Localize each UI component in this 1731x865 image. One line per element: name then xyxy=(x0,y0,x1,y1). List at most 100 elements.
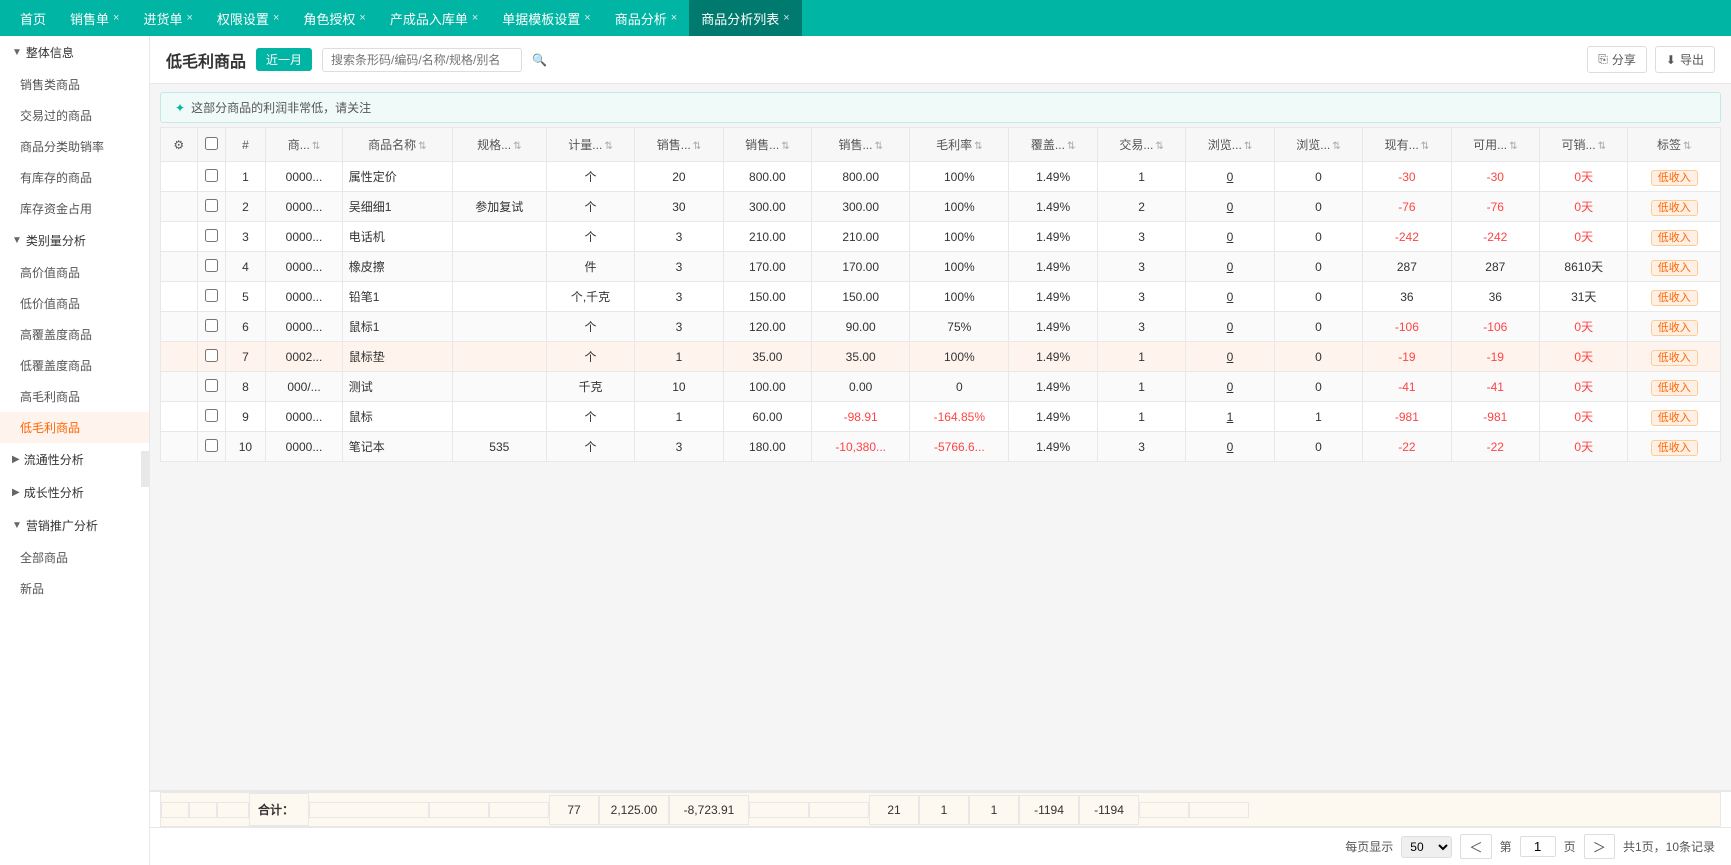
row-checkbox[interactable] xyxy=(205,169,218,182)
col-gross-rate[interactable]: 毛利率⇅ xyxy=(910,128,1009,162)
row-checkbox[interactable] xyxy=(205,199,218,212)
nav-template-settings[interactable]: 单据模板设置 × xyxy=(490,0,602,36)
cell-view1[interactable]: 0 xyxy=(1186,162,1274,192)
col-view2[interactable]: 浏览...⇅ xyxy=(1274,128,1362,162)
sidebar-item-sales-goods[interactable]: 销售类商品 xyxy=(0,69,149,100)
row-checkbox[interactable] xyxy=(205,349,218,362)
sidebar-section-overall[interactable]: ▼ 整体信息 xyxy=(0,36,149,69)
cell-view1[interactable]: 0 xyxy=(1186,342,1274,372)
cell-view1[interactable]: 0 xyxy=(1186,282,1274,312)
cell-view1[interactable]: 0 xyxy=(1186,252,1274,282)
sidebar-item-stock-goods[interactable]: 有库存的商品 xyxy=(0,162,149,193)
sidebar-section-growth[interactable]: ▶ 成长性分析 xyxy=(0,476,149,509)
col-saleable[interactable]: 可销...⇅ xyxy=(1540,128,1628,162)
cell-saleable: 0天 xyxy=(1540,402,1628,432)
row-checkbox[interactable] xyxy=(205,319,218,332)
col-sale-amount[interactable]: 销售...⇅ xyxy=(812,128,910,162)
sidebar-collapse-btn[interactable]: 《 xyxy=(141,451,150,487)
cell-checkbox[interactable] xyxy=(197,162,225,192)
footer-checkbox-cell xyxy=(189,802,217,818)
row-checkbox[interactable] xyxy=(205,259,218,272)
col-available[interactable]: 可用...⇅ xyxy=(1451,128,1539,162)
col-checkbox[interactable] xyxy=(197,128,225,162)
row-checkbox[interactable] xyxy=(205,439,218,452)
sidebar-item-stock-capital[interactable]: 库存资金占用 xyxy=(0,193,149,224)
cell-available: -106 xyxy=(1451,312,1539,342)
share-button[interactable]: ⎘ 分享 xyxy=(1587,46,1647,73)
per-page-select[interactable]: 50 20 100 xyxy=(1401,836,1452,858)
row-checkbox[interactable] xyxy=(205,229,218,242)
sidebar-item-category-rate[interactable]: 商品分类助销率 xyxy=(0,131,149,162)
page-number-input[interactable] xyxy=(1520,836,1556,857)
cell-view1[interactable]: 1 xyxy=(1186,402,1274,432)
col-code[interactable]: 商...⇅ xyxy=(266,128,343,162)
nav-purchase-order-close[interactable]: × xyxy=(186,12,192,24)
nav-product-storage-close[interactable]: × xyxy=(472,12,478,24)
cell-view1[interactable]: 0 xyxy=(1186,222,1274,252)
section-arrow-category: ▼ xyxy=(12,235,22,246)
next-page-button[interactable]: ＞ xyxy=(1584,834,1615,859)
cell-checkbox[interactable] xyxy=(197,282,225,312)
nav-permissions[interactable]: 权限设置 × xyxy=(205,0,291,36)
nav-home[interactable]: 首页 xyxy=(8,0,58,36)
cell-checkbox[interactable] xyxy=(197,312,225,342)
col-settings[interactable]: ⚙ xyxy=(161,128,198,162)
select-all-checkbox[interactable] xyxy=(205,137,218,150)
cell-view1[interactable]: 0 xyxy=(1186,192,1274,222)
footer-coverage-cell xyxy=(809,802,869,818)
date-range-button[interactable]: 近一月 xyxy=(256,48,312,71)
col-coverage[interactable]: 覆盖...⇅ xyxy=(1009,128,1097,162)
sidebar-section-category[interactable]: ▼ 类别量分析 xyxy=(0,224,149,257)
row-checkbox[interactable] xyxy=(205,379,218,392)
nav-product-storage[interactable]: 产成品入库单 × xyxy=(378,0,490,36)
nav-sales-order-close[interactable]: × xyxy=(113,12,119,24)
sidebar-section-circulation[interactable]: ▶ 流通性分析 xyxy=(0,443,149,476)
cell-view1[interactable]: 0 xyxy=(1186,432,1274,462)
col-trade[interactable]: 交易...⇅ xyxy=(1097,128,1185,162)
nav-product-analysis-close[interactable]: × xyxy=(671,12,677,24)
sidebar-item-low-value[interactable]: 低价值商品 xyxy=(0,288,149,319)
cell-tag: 低收入 xyxy=(1628,192,1721,222)
nav-product-analysis[interactable]: 商品分析 × xyxy=(603,0,689,36)
col-current-stock[interactable]: 现有...⇅ xyxy=(1363,128,1451,162)
cell-checkbox[interactable] xyxy=(197,402,225,432)
col-sale-price[interactable]: 销售...⇅ xyxy=(723,128,811,162)
sidebar-item-low-coverage[interactable]: 低覆盖度商品 xyxy=(0,350,149,381)
row-checkbox[interactable] xyxy=(205,409,218,422)
sidebar-item-high-coverage[interactable]: 高覆盖度商品 xyxy=(0,319,149,350)
nav-product-analysis-list[interactable]: 商品分析列表 × xyxy=(689,0,801,36)
cell-checkbox[interactable] xyxy=(197,222,225,252)
sidebar-section-marketing[interactable]: ▼ 营销推广分析 xyxy=(0,509,149,542)
col-unit[interactable]: 计量...⇅ xyxy=(546,128,634,162)
cell-checkbox[interactable] xyxy=(197,372,225,402)
sidebar-item-all-goods[interactable]: 全部商品 xyxy=(0,542,149,573)
cell-checkbox[interactable] xyxy=(197,252,225,282)
nav-permissions-close[interactable]: × xyxy=(273,12,279,24)
sidebar-item-high-margin[interactable]: 高毛利商品 xyxy=(0,381,149,412)
export-button[interactable]: ⬇ 导出 xyxy=(1655,46,1715,73)
cell-view1[interactable]: 0 xyxy=(1186,312,1274,342)
search-icon[interactable]: 🔍 xyxy=(532,53,547,67)
nav-product-analysis-list-close[interactable]: × xyxy=(783,12,789,24)
prev-page-button[interactable]: ＜ xyxy=(1460,834,1491,859)
col-view1[interactable]: 浏览...⇅ xyxy=(1186,128,1274,162)
row-checkbox[interactable] xyxy=(205,289,218,302)
sidebar-item-high-value[interactable]: 高价值商品 xyxy=(0,257,149,288)
sidebar-item-new-goods[interactable]: 新品 xyxy=(0,573,149,604)
nav-template-settings-close[interactable]: × xyxy=(584,12,590,24)
sidebar-item-traded-goods[interactable]: 交易过的商品 xyxy=(0,100,149,131)
nav-sales-order[interactable]: 销售单 × xyxy=(58,0,131,36)
nav-role-auth[interactable]: 角色授权 × xyxy=(291,0,377,36)
cell-checkbox[interactable] xyxy=(197,432,225,462)
cell-checkbox[interactable] xyxy=(197,342,225,372)
cell-checkbox[interactable] xyxy=(197,192,225,222)
col-tag[interactable]: 标签⇅ xyxy=(1628,128,1721,162)
col-spec[interactable]: 规格...⇅ xyxy=(452,128,546,162)
nav-purchase-order[interactable]: 进货单 × xyxy=(131,0,204,36)
cell-view1[interactable]: 0 xyxy=(1186,372,1274,402)
nav-role-auth-close[interactable]: × xyxy=(359,12,365,24)
sidebar-item-low-margin[interactable]: 低毛利商品 xyxy=(0,412,149,443)
search-input[interactable] xyxy=(322,48,522,72)
col-name[interactable]: 商品名称⇅ xyxy=(342,128,452,162)
col-sale-qty[interactable]: 销售...⇅ xyxy=(635,128,723,162)
